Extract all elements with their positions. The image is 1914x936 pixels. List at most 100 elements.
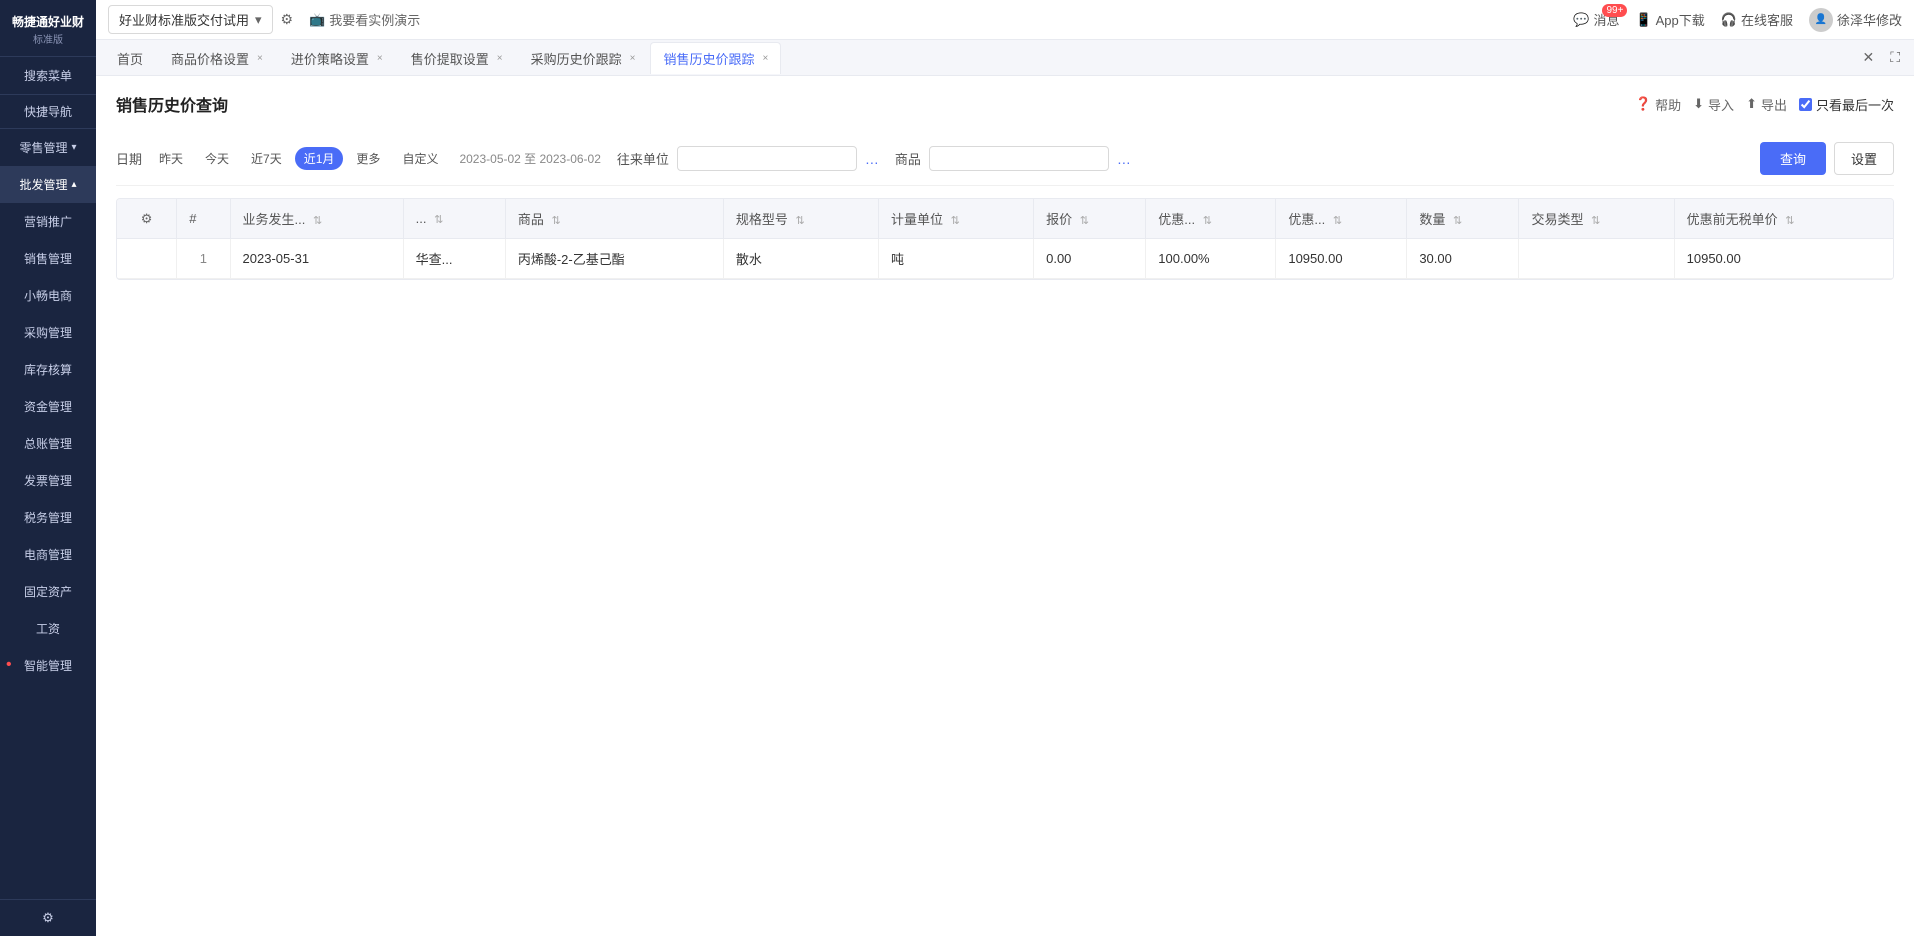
tab-product-price-close[interactable]: × [257, 53, 263, 64]
table-header-product[interactable]: 商品 ⇅ [505, 199, 723, 239]
table-header-discount2-label: 优惠... [1288, 212, 1325, 227]
sidebar-item-inventory[interactable]: 库存核算 [0, 351, 96, 388]
page-title: 销售历史价查询 [116, 92, 228, 116]
row-price: 0.00 [1034, 239, 1146, 279]
tab-sales-history[interactable]: 销售历史价跟踪 × [650, 42, 781, 74]
tab-purchase-history[interactable]: 采购历史价跟踪 × [518, 42, 649, 74]
row-quantity: 30.00 [1407, 239, 1519, 279]
import-link[interactable]: ⬇ 导入 [1693, 95, 1734, 114]
table-header-gear[interactable]: ⚙ [117, 199, 177, 239]
table-header-price[interactable]: 报价 ⇅ [1034, 199, 1146, 239]
date-range-display: 2023-05-02 至 2023-06-02 [459, 150, 600, 167]
app-download-button[interactable]: 📱 App下载 [1635, 10, 1704, 29]
source-unit-input[interactable] [677, 146, 857, 171]
date-btn-today[interactable]: 今天 [196, 147, 238, 170]
sidebar-item-sales[interactable]: 销售管理 [0, 240, 96, 277]
table-header-pretax-price-label: 优惠前无税单价 [1687, 212, 1778, 227]
sidebar-quick-nav[interactable]: 快捷导航 [0, 95, 96, 129]
tab-sale-price[interactable]: 售价提取设置 × [398, 42, 516, 74]
sidebar-item-ecommerce-small-label: 小畅电商 [24, 287, 72, 304]
table-header-pretax-price[interactable]: 优惠前无税单价 ⇅ [1674, 199, 1893, 239]
sidebar-search[interactable]: 搜索菜单 [0, 57, 96, 95]
sidebar-item-finance[interactable]: 资金管理 [0, 388, 96, 425]
table-header-transaction-type[interactable]: 交易类型 ⇅ [1519, 199, 1674, 239]
message-button[interactable]: 💬 消息 99+ [1573, 10, 1619, 29]
sidebar-item-ecommerce-label: 电商管理 [24, 546, 72, 563]
sort-icon-transaction: ⇅ [1591, 215, 1600, 227]
table-header-quantity[interactable]: 数量 ⇅ [1407, 199, 1519, 239]
date-btn-custom[interactable]: 自定义 [393, 147, 447, 170]
source-unit-dots[interactable]: … [865, 151, 879, 167]
sidebar-item-retail[interactable]: 零售管理 ▾ [0, 129, 96, 166]
sidebar-item-tax[interactable]: 税务管理 [0, 499, 96, 536]
page-title-bar: 销售历史价查询 ❓ 帮助 ⬇ 导入 ⬆ 导出 只看最后一次 [116, 92, 1894, 116]
table-header-business-date-label: 业务发生... [243, 212, 306, 227]
filter-settings-button[interactable]: 设置 [1834, 142, 1894, 175]
tab-sale-price-close[interactable]: × [497, 53, 503, 64]
topbar-right: 💬 消息 99+ 📱 App下载 🎧 在线客服 👤 徐泽华修改 [1573, 8, 1902, 32]
product-dots[interactable]: … [1117, 151, 1131, 167]
table-header-more-col[interactable]: ... ⇅ [403, 199, 505, 239]
sidebar-item-payroll[interactable]: 工资 [0, 610, 96, 647]
query-button[interactable]: 查询 [1760, 142, 1826, 175]
tab-sales-history-close[interactable]: × [762, 53, 768, 64]
date-btn-last1m[interactable]: 近1月 [295, 147, 344, 170]
sidebar-item-wholesale[interactable]: 批发管理 ▴ [0, 166, 96, 203]
user-menu[interactable]: 👤 徐泽华修改 [1809, 8, 1902, 32]
date-btn-yesterday[interactable]: 昨天 [150, 147, 192, 170]
row-business-date: 2023-05-31 [230, 239, 403, 279]
demo-link[interactable]: 📺 我要看实例演示 [309, 10, 420, 29]
table-header-spec[interactable]: 规格型号 ⇅ [723, 199, 878, 239]
sidebar-item-purchase[interactable]: 采购管理 [0, 314, 96, 351]
sidebar-item-sales-label: 销售管理 [24, 250, 72, 267]
tab-purchase-strategy-close[interactable]: × [377, 53, 383, 64]
topbar-settings-icon[interactable]: ⚙ [281, 11, 294, 28]
tab-close-button[interactable]: ✕ [1856, 47, 1880, 68]
table-header-unit[interactable]: 计量单位 ⇅ [878, 199, 1033, 239]
sidebar-item-marketing[interactable]: 营销推广 [0, 203, 96, 240]
sidebar-item-wholesale-label: 批发管理 [19, 176, 67, 193]
tab-home[interactable]: 首页 [104, 42, 156, 74]
row-discount2: 10950.00 [1276, 239, 1407, 279]
row-num: 1 [177, 239, 230, 279]
sort-icon-price: ⇅ [1080, 215, 1089, 227]
page-actions: ❓ 帮助 ⬇ 导入 ⬆ 导出 只看最后一次 [1635, 95, 1894, 114]
data-table: ⚙ # 业务发生... ⇅ ... ⇅ 商品 ⇅ [117, 199, 1893, 279]
tab-product-price[interactable]: 商品价格设置 × [158, 42, 276, 74]
row-discount1: 100.00% [1146, 239, 1276, 279]
date-btn-more[interactable]: 更多 [347, 147, 389, 170]
tab-expand-button[interactable]: ⛶ [1884, 47, 1906, 68]
sidebar-item-assets[interactable]: 固定资产 [0, 573, 96, 610]
table-header-discount1[interactable]: 优惠... ⇅ [1146, 199, 1276, 239]
sidebar-item-invoice[interactable]: 发票管理 [0, 462, 96, 499]
date-btn-last7[interactable]: 近7天 [242, 147, 291, 170]
export-link[interactable]: ⬆ 导出 [1746, 95, 1787, 114]
sidebar-settings-button[interactable]: ⚙ [0, 899, 96, 936]
last-only-checkbox[interactable] [1799, 98, 1812, 111]
sidebar-item-ecommerce-small[interactable]: 小畅电商 [0, 277, 96, 314]
row-product: 丙烯酸-2-乙基己酯 [505, 239, 723, 279]
row-spec: 散水 [723, 239, 878, 279]
sidebar-item-ecommerce[interactable]: 电商管理 [0, 536, 96, 573]
sidebar-wholesale-arrow: ▴ [71, 179, 76, 190]
online-service-button[interactable]: 🎧 在线客服 [1721, 10, 1793, 29]
module-selector[interactable]: 好业财标准版交付试用 ▾ [108, 5, 273, 34]
sidebar-logo: 畅捷通好业财 标准版 [0, 0, 96, 57]
avatar: 👤 [1809, 8, 1833, 32]
help-link[interactable]: ❓ 帮助 [1635, 95, 1681, 114]
table-header-business-date[interactable]: 业务发生... ⇅ [230, 199, 403, 239]
export-icon: ⬆ [1746, 96, 1757, 112]
tab-purchase-strategy[interactable]: 进价策略设置 × [278, 42, 396, 74]
logo-main-text: 畅捷通好业财 [8, 14, 88, 31]
table-header-discount2[interactable]: 优惠... ⇅ [1276, 199, 1407, 239]
sidebar-item-smart[interactable]: 智能管理 [0, 647, 96, 684]
tab-purchase-history-close[interactable]: × [630, 53, 636, 64]
sidebar-item-ledger-label: 总账管理 [24, 435, 72, 452]
headset-icon: 🎧 [1721, 12, 1737, 28]
source-unit-filter: 往来单位 … [617, 146, 879, 171]
product-input[interactable] [929, 146, 1109, 171]
demo-icon: 📺 [309, 12, 325, 28]
date-filter-label: 日期 [116, 149, 142, 168]
sidebar-item-ledger[interactable]: 总账管理 [0, 425, 96, 462]
row-unit: 吨 [878, 239, 1033, 279]
